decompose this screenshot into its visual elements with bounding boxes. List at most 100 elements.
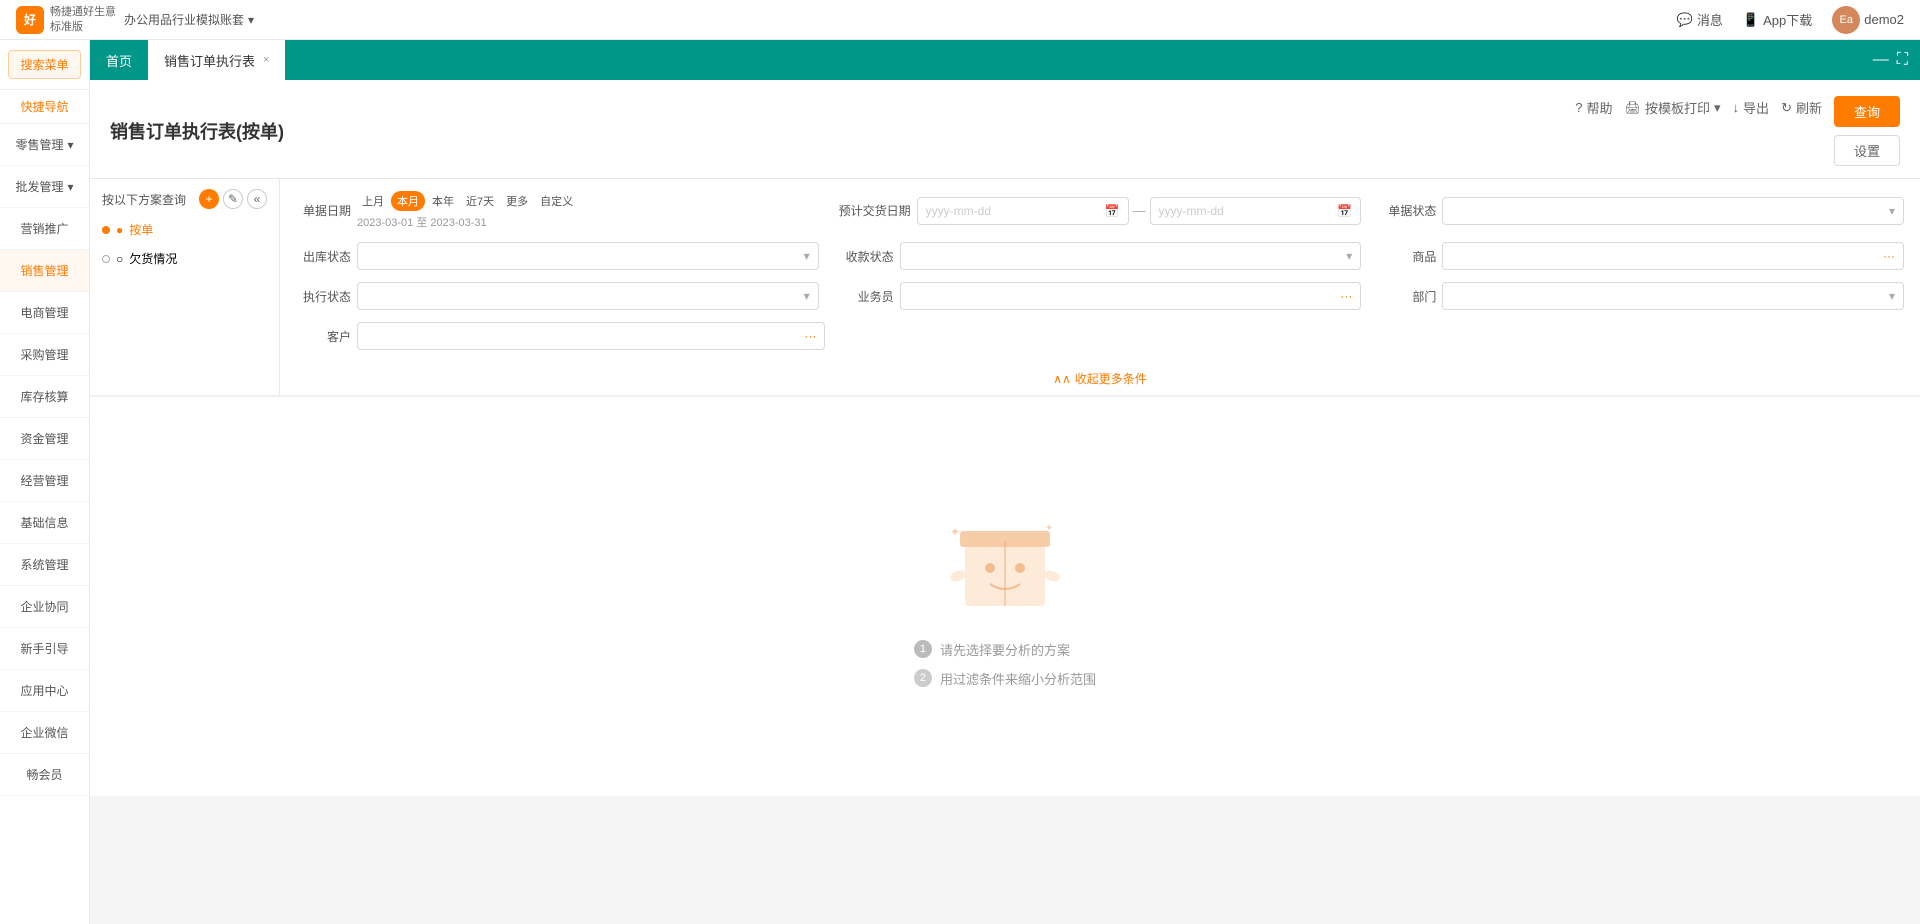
- user-avatar[interactable]: Ea demo2: [1832, 6, 1904, 34]
- filter-fields-col: 单据日期 上月 本月 本年 近7天: [280, 179, 1920, 395]
- shortcut-last-month[interactable]: 上月: [357, 191, 389, 211]
- doc-status-select[interactable]: ▾: [1442, 197, 1904, 225]
- date-range-text: 2023-03-01 至 2023-03-31: [357, 214, 487, 230]
- member-label: 畅会员: [26, 766, 62, 783]
- sidebar-item-sales[interactable]: 销售管理: [0, 250, 89, 292]
- step-1-num: 1: [914, 640, 932, 658]
- sidebar-item-enterprise[interactable]: 企业协同: [0, 586, 89, 628]
- export-btn[interactable]: ↓ 导出: [1733, 98, 1770, 117]
- print-icon: 🖨: [1624, 100, 1641, 116]
- ship-status-group: 出库状态 ▾: [296, 242, 819, 270]
- exec-status-label: 执行状态: [296, 288, 351, 305]
- logo-text: 畅捷通好生意 标准版: [50, 5, 116, 34]
- expected-date-end[interactable]: yyyy-mm-dd 📅: [1150, 197, 1362, 225]
- add-scheme-btn[interactable]: +: [199, 189, 219, 209]
- message-btn[interactable]: 💬 消息: [1677, 10, 1723, 29]
- newuser-label: 新手引导: [20, 640, 68, 657]
- sidebar-item-finance[interactable]: 资金管理: [0, 418, 89, 460]
- page-title-row: 销售订单执行表(按单) ? 帮助 🖨 按模板打印 ▾: [110, 96, 1900, 178]
- sidebar-item-wechat[interactable]: 企业微信: [0, 712, 89, 754]
- refresh-btn[interactable]: ↻ 刷新: [1781, 98, 1822, 117]
- ship-status-label: 出库状态: [296, 248, 351, 265]
- empty-step-1: 1 请先选择要分析的方案: [914, 640, 1096, 659]
- ship-status-dropdown-icon: ▾: [804, 249, 810, 263]
- goods-select[interactable]: ···: [1442, 242, 1904, 270]
- company-dropdown-icon: ▾: [248, 13, 254, 27]
- scheme-title: 按以下方案查询: [102, 191, 186, 208]
- sidebar-item-apps[interactable]: 应用中心: [0, 670, 89, 712]
- scheme-press-label: ●: [116, 223, 123, 237]
- print-btn[interactable]: 🖨 按模板打印 ▾: [1624, 98, 1720, 117]
- collapse-up-icon: ∧∧: [1053, 372, 1071, 386]
- ecommerce-label: 电商管理: [20, 304, 68, 321]
- app-download-btn[interactable]: 📱 App下载: [1743, 10, 1812, 29]
- apps-label: 应用中心: [20, 682, 68, 699]
- collapse-scheme-btn[interactable]: «: [247, 189, 267, 209]
- exec-status-select[interactable]: ▾: [357, 282, 819, 310]
- pay-status-select[interactable]: ▾: [900, 242, 1362, 270]
- edit-scheme-btn[interactable]: ✎: [223, 189, 243, 209]
- scheme-item-debt[interactable]: ○ 欠货情况: [90, 244, 279, 273]
- sidebar-item-ecommerce[interactable]: 电商管理: [0, 292, 89, 334]
- tab-active[interactable]: 销售订单执行表 ×: [148, 40, 285, 80]
- sidebar-item-retail[interactable]: 零售管理 ▾: [0, 124, 89, 166]
- wholesale-arrow-icon: ▾: [67, 180, 73, 194]
- shortcut-this-month[interactable]: 本月: [391, 191, 425, 211]
- sales-person-select[interactable]: ···: [900, 282, 1362, 310]
- scheme-selector-col: 按以下方案查询 + ✎ « ● 按单: [90, 179, 280, 395]
- retail-label: 零售管理: [15, 136, 63, 153]
- sidebar-item-system[interactable]: 系统管理: [0, 544, 89, 586]
- sidebar-item-basic[interactable]: 基础信息: [0, 502, 89, 544]
- customer-select[interactable]: ···: [357, 322, 825, 350]
- sidebar-item-purchase[interactable]: 采购管理: [0, 334, 89, 376]
- help-btn[interactable]: ? 帮助: [1575, 98, 1612, 117]
- filter-content: 单据日期 上月 本月 本年 近7天: [280, 179, 1920, 362]
- dept-group: 部门 ▾: [1381, 282, 1904, 310]
- company-select[interactable]: 办公用品行业模拟账套 ▾: [124, 11, 254, 28]
- calendar-icon-end: 📅: [1337, 204, 1352, 218]
- sidebar-item-marketing[interactable]: 营销推广: [0, 208, 89, 250]
- shortcut-more[interactable]: 更多: [501, 191, 533, 211]
- expected-date-group: 预计交货日期 yyyy-mm-dd 📅 — yyyy-mm-d: [839, 191, 1362, 230]
- expected-date-start[interactable]: yyyy-mm-dd 📅: [917, 197, 1129, 225]
- active-tab-label: 销售订单执行表: [164, 51, 255, 70]
- filter-row-4: 客户 ···: [296, 322, 1904, 350]
- avatar-circle: Ea: [1832, 6, 1860, 34]
- scheme-bullet-press: [102, 226, 110, 234]
- shortcut-7days[interactable]: 近7天: [461, 191, 499, 211]
- top-bar: 好 畅捷通好生意 标准版 办公用品行业模拟账套 ▾ 💬 消息 📱 App下载 E…: [0, 0, 1920, 40]
- exec-status-group: 执行状态 ▾: [296, 282, 819, 310]
- sidebar-item-newuser[interactable]: 新手引导: [0, 628, 89, 670]
- tab-close-btn[interactable]: ×: [263, 54, 269, 66]
- top-bar-left: 好 畅捷通好生意 标准版 办公用品行业模拟账套 ▾: [16, 5, 254, 34]
- dept-select[interactable]: ▾: [1442, 282, 1904, 310]
- scheme-item-press[interactable]: ● 按单: [90, 215, 279, 244]
- sidebar-item-member[interactable]: 畅会员: [0, 754, 89, 796]
- quick-nav-btn[interactable]: 快捷导航: [0, 90, 89, 124]
- maximize-icon[interactable]: ⛶: [1897, 51, 1908, 69]
- query-button[interactable]: 查询: [1834, 96, 1900, 127]
- page-header: 销售订单执行表(按单) ? 帮助 🖨 按模板打印 ▾: [90, 80, 1920, 179]
- minimize-icon[interactable]: —: [1873, 51, 1889, 69]
- scheme-debt-text: 欠货情况: [129, 250, 177, 267]
- sidebar-item-operation[interactable]: 经营管理: [0, 460, 89, 502]
- search-menu-btn[interactable]: 搜索菜单: [8, 50, 81, 79]
- tab-home[interactable]: 首页: [90, 40, 148, 80]
- page-content: 销售订单执行表(按单) ? 帮助 🖨 按模板打印 ▾: [90, 80, 1920, 924]
- settings-button[interactable]: 设置: [1834, 135, 1900, 166]
- svg-text:✦: ✦: [950, 525, 960, 539]
- operation-label: 经营管理: [20, 472, 68, 489]
- doc-date-label: 单据日期: [296, 202, 351, 219]
- sales-person-group: 业务员 ···: [839, 282, 1362, 310]
- sales-person-label: 业务员: [839, 288, 894, 305]
- ship-status-select[interactable]: ▾: [357, 242, 819, 270]
- svg-text:✦: ✦: [1045, 523, 1053, 534]
- sidebar-item-wholesale[interactable]: 批发管理 ▾: [0, 166, 89, 208]
- doc-status-group: 单据状态 ▾: [1381, 191, 1904, 230]
- shortcut-this-year[interactable]: 本年: [427, 191, 459, 211]
- sidebar-item-inventory[interactable]: 库存核算: [0, 376, 89, 418]
- collapse-btn[interactable]: ∧∧ 收起更多条件: [1053, 370, 1147, 387]
- shortcut-custom[interactable]: 自定义: [535, 191, 578, 211]
- empty-svg: ✦ ✦: [940, 506, 1070, 616]
- main-layout: 搜索菜单 快捷导航 零售管理 ▾ 批发管理 ▾ 营销推广 销售管理 电商管理 采…: [0, 40, 1920, 924]
